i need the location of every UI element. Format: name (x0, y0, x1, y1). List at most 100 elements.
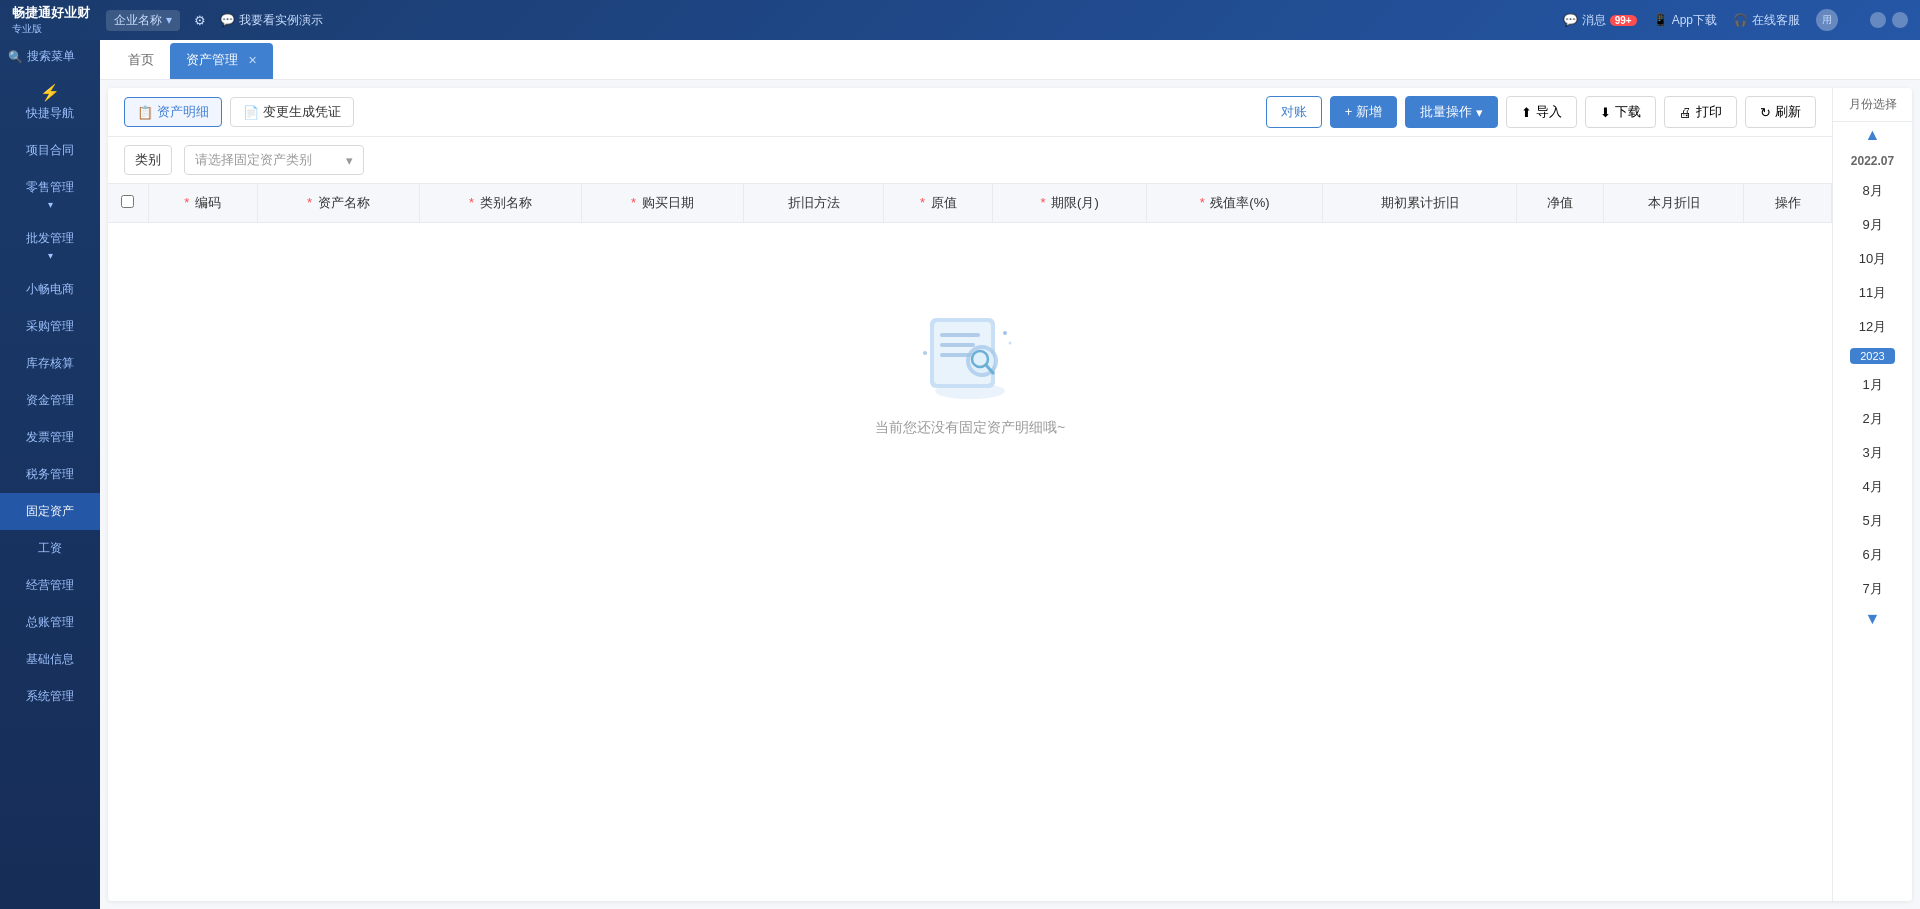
category-select-arrow: ▾ (346, 153, 353, 168)
sidebar-item-invoice-label: 发票管理 (26, 429, 74, 446)
sidebar-item-payroll[interactable]: 工资 (0, 530, 100, 567)
tab-asset-management[interactable]: 资产管理 ✕ (170, 43, 273, 79)
sidebar-item-fixed-assets[interactable]: 固定资产 (0, 493, 100, 530)
online-service-button[interactable]: 🎧 在线客服 (1733, 12, 1800, 29)
month-10-2022[interactable]: 10月 (1833, 242, 1912, 276)
month-4-2023[interactable]: 4月 (1833, 470, 1912, 504)
sidebar-item-nav-label: 快捷导航 (26, 105, 74, 122)
svg-point-12 (923, 351, 927, 355)
sidebar-item-operations-label: 经营管理 (26, 577, 74, 594)
sidebar-item-nav[interactable]: ⚡ 快捷导航 (0, 73, 100, 132)
sidebar-item-project[interactable]: 项目合同 (0, 132, 100, 169)
messages-badge: 99+ (1610, 15, 1637, 26)
col-monthly-depreciation: 本月折旧 (1604, 184, 1744, 223)
tab-home[interactable]: 首页 (112, 43, 170, 79)
sidebar-item-ecommerce[interactable]: 小畅电商 (0, 271, 100, 308)
sidebar-item-purchase[interactable]: 采购管理 (0, 308, 100, 345)
sidebar-item-basic-info-label: 基础信息 (26, 651, 74, 668)
print-button[interactable]: 🖨 打印 (1664, 96, 1737, 128)
year-2022-label: 2022.07 (1833, 148, 1912, 174)
sidebar-item-wholesale[interactable]: 批发管理 ▾ (0, 220, 100, 271)
sub-tab-change-voucher-label: 变更生成凭证 (263, 103, 341, 121)
svg-point-10 (1003, 331, 1007, 335)
sidebar-item-basic-info[interactable]: 基础信息 (0, 641, 100, 678)
company-name: 企业名称 (114, 12, 162, 29)
window-close-button[interactable]: ✕ (1870, 12, 1886, 28)
month-2-2023[interactable]: 2月 (1833, 402, 1912, 436)
tab-close-icon[interactable]: ✕ (248, 54, 257, 66)
sidebar-item-operations[interactable]: 经营管理 (0, 567, 100, 604)
month-12-2022[interactable]: 12月 (1833, 310, 1912, 344)
sidebar-item-system[interactable]: 系统管理 (0, 678, 100, 715)
table-container: * 编码 * 资产名称 * 类别名称 (108, 184, 1832, 901)
sidebar-item-finance[interactable]: 资金管理 (0, 382, 100, 419)
batch-ops-button[interactable]: 批量操作 ▾ (1405, 96, 1498, 128)
settings-icon[interactable]: ⚙ (188, 8, 212, 32)
sub-tab-asset-detail-label: 资产明细 (157, 103, 209, 121)
month-11-2022[interactable]: 11月 (1833, 276, 1912, 310)
app-name: 畅捷通好业财 (12, 4, 90, 22)
reconcile-button[interactable]: 对账 (1266, 96, 1322, 128)
page-content: 📋 资产明细 📄 变更生成凭证 对账 + 新增 (108, 88, 1912, 901)
sidebar-item-tax[interactable]: 税务管理 (0, 456, 100, 493)
month-9-2022[interactable]: 9月 (1833, 208, 1912, 242)
month-6-2023[interactable]: 6月 (1833, 538, 1912, 572)
filter-row: 类别 请选择固定资产类别 ▾ (108, 137, 1832, 184)
svg-rect-3 (940, 333, 980, 337)
month-3-2023[interactable]: 3月 (1833, 436, 1912, 470)
sidebar-item-tax-label: 税务管理 (26, 466, 74, 483)
print-label: 打印 (1696, 103, 1722, 121)
content-area: 首页 资产管理 ✕ 📋 资产明细 📄 变更生成凭证 (100, 40, 1920, 909)
sidebar-item-inventory-label: 库存核算 (26, 355, 74, 372)
month-7-2023[interactable]: 7月 (1833, 572, 1912, 606)
category-select[interactable]: 请选择固定资产类别 ▾ (184, 145, 364, 175)
sidebar-search[interactable]: 🔍 搜索菜单 (0, 40, 100, 73)
col-accumulated-depreciation: 期初累计折旧 (1323, 184, 1516, 223)
import-icon: ⬆ (1521, 105, 1532, 120)
month-8-2022[interactable]: 8月 (1833, 174, 1912, 208)
sub-tab-bar: 📋 资产明细 📄 变更生成凭证 对账 + 新增 (108, 88, 1832, 137)
col-purchase-date: * 购买日期 (581, 184, 743, 223)
company-selector[interactable]: 企业名称 ▾ (106, 10, 180, 31)
demo-link[interactable]: 💬 我要看实例演示 (220, 12, 323, 29)
top-bar-right: 💬 消息 99+ 📱 App下载 🎧 在线客服 用 ✕ ⬜ (1563, 9, 1908, 31)
window-maximize-button[interactable]: ⬜ (1892, 12, 1908, 28)
month-1-2023[interactable]: 1月 (1833, 368, 1912, 402)
sidebar-item-inventory[interactable]: 库存核算 (0, 345, 100, 382)
tab-home-label: 首页 (128, 52, 154, 67)
add-button[interactable]: + 新增 (1330, 96, 1397, 128)
month-panel-header: 月份选择 (1833, 88, 1912, 122)
col-period: * 期限(月) (993, 184, 1146, 223)
sidebar-item-retail[interactable]: 零售管理 ▾ (0, 169, 100, 220)
month-5-2023[interactable]: 5月 (1833, 504, 1912, 538)
col-depreciation-method: 折旧方法 (743, 184, 883, 223)
sidebar-item-accounting[interactable]: 总账管理 (0, 604, 100, 641)
svg-point-11 (1009, 342, 1012, 345)
messages-label: 消息 (1582, 12, 1606, 29)
reconcile-label: 对账 (1281, 103, 1307, 121)
import-label: 导入 (1536, 103, 1562, 121)
sub-tab-asset-detail[interactable]: 📋 资产明细 (124, 97, 222, 127)
app-download-label: App下载 (1672, 12, 1717, 29)
search-label: 搜索菜单 (27, 48, 75, 65)
select-all-checkbox[interactable] (121, 195, 134, 208)
sidebar-item-project-label: 项目合同 (26, 142, 74, 159)
import-button[interactable]: ⬆ 导入 (1506, 96, 1577, 128)
tab-bar: 首页 资产管理 ✕ (100, 40, 1920, 80)
refresh-button[interactable]: ↻ 刷新 (1745, 96, 1816, 128)
category-label: 类别 (124, 145, 172, 175)
app-download-button[interactable]: 📱 App下载 (1653, 12, 1717, 29)
empty-state: 当前您还没有固定资产明细哦~ (108, 223, 1832, 517)
batch-ops-label: 批量操作 (1420, 103, 1472, 121)
download-icon: ⬇ (1600, 105, 1611, 120)
asset-detail-icon: 📋 (137, 105, 153, 120)
app-edition: 专业版 (12, 22, 90, 36)
inner-content: 📋 资产明细 📄 变更生成凭证 对账 + 新增 (108, 88, 1832, 901)
month-nav-down[interactable]: ▼ (1833, 606, 1912, 632)
month-nav-up[interactable]: ▲ (1833, 122, 1912, 148)
tab-asset-management-label: 资产管理 (186, 52, 238, 67)
sidebar-item-invoice[interactable]: 发票管理 (0, 419, 100, 456)
download-button[interactable]: ⬇ 下载 (1585, 96, 1656, 128)
sub-tab-change-voucher[interactable]: 📄 变更生成凭证 (230, 97, 354, 127)
messages-button[interactable]: 💬 消息 99+ (1563, 12, 1637, 29)
